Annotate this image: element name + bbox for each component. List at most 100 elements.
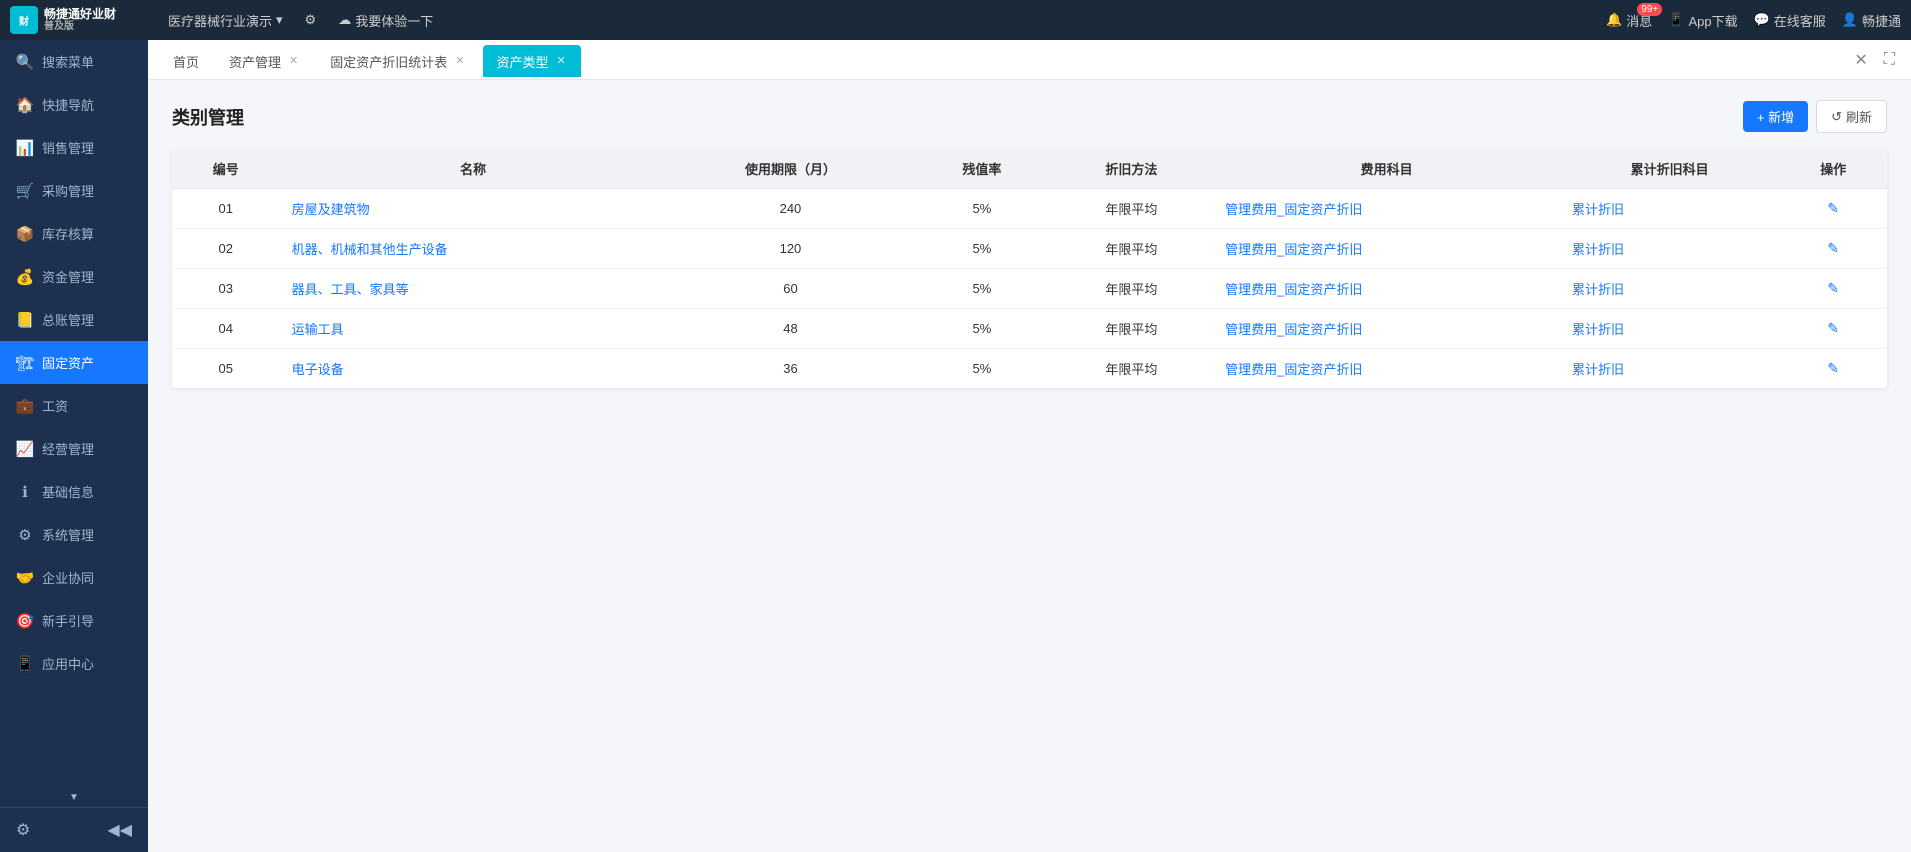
tab-close-asset-mgmt[interactable]: ✕ [287,55,300,68]
sidebar-label-inventory: 库存核算 [42,224,94,243]
company-selector[interactable]: 医疗器械行业演示 ▾ [160,8,291,33]
cell-residual: 5% [914,269,1050,309]
tab-home[interactable]: 首页 [160,45,212,77]
sidebar-bottom: ⚙ ◀◀ [0,807,148,852]
refresh-button[interactable]: ↺ 刷新 [1816,100,1887,133]
cell-period: 48 [667,309,914,349]
payroll-icon: 💼 [16,397,34,415]
cell-accumulated[interactable]: 累计折旧 [1560,309,1779,349]
edit-icon-row-3[interactable]: ✎ [1827,320,1839,336]
cell-name[interactable]: 电子设备 [280,349,667,389]
cell-action: ✎ [1779,269,1887,309]
sidebar-item-system[interactable]: ⚙ 系统管理 [0,513,148,556]
tab-asset-type[interactable]: 资产类型 ✕ [483,45,580,77]
cell-action: ✎ [1779,309,1887,349]
cell-name[interactable]: 器具、工具、家具等 [280,269,667,309]
sidebar-item-basic-info[interactable]: ℹ 基础信息 [0,470,148,513]
table-row: 05 电子设备 36 5% 年限平均 管理费用_固定资产折旧 累计折旧 ✎ [172,349,1887,389]
sidebar-item-sales[interactable]: 📊 销售管理 [0,126,148,169]
tab-depreciation-table[interactable]: 固定资产折旧统计表 ✕ [317,45,479,77]
tab-bar: 首页资产管理✕ 固定资产折旧统计表 ✕ 资产类型 ✕ ✕ ⛶ [148,40,1911,80]
sidebar-item-enterprise[interactable]: 🤝 企业协同 [0,556,148,599]
sidebar-label-sales: 销售管理 [42,138,94,157]
sidebar-item-purchase[interactable]: 🛒 采购管理 [0,169,148,212]
cloud-icon: ☁ [338,12,351,28]
cell-method: 年限平均 [1050,269,1214,309]
cell-expense[interactable]: 管理费用_固定资产折旧 [1213,269,1560,309]
settings-icon[interactable]: ⚙ [299,9,323,31]
edit-icon-row-0[interactable]: ✎ [1827,200,1839,216]
cell-accumulated[interactable]: 累计折旧 [1560,189,1779,229]
sidebar: 🔍 搜索菜单 🏠 快捷导航 📊 销售管理 🛒 采购管理 📦 库存核算 💰 资金管… [0,40,148,852]
cell-accumulated[interactable]: 累计折旧 [1560,229,1779,269]
sidebar-label-ledger: 总账管理 [42,310,94,329]
sidebar-item-ledger[interactable]: 📒 总账管理 [0,298,148,341]
scroll-down-icon: ▼ [69,792,79,803]
refresh-icon: ↺ [1831,109,1842,125]
cell-residual: 5% [914,349,1050,389]
phone-icon: 📱 [1668,12,1684,28]
cell-method: 年限平均 [1050,309,1214,349]
cell-expense[interactable]: 管理费用_固定资产折旧 [1213,349,1560,389]
sidebar-item-funds[interactable]: 💰 资金管理 [0,255,148,298]
sales-icon: 📊 [16,139,34,157]
online-service-btn[interactable]: 💬 在线客服 [1754,11,1826,30]
sidebar-collapse-icon[interactable]: ◀◀ [103,816,136,844]
sidebar-label-operations: 经营管理 [42,439,94,458]
sidebar-label-payroll: 工资 [42,396,68,415]
close-tab-icon[interactable]: ✕ [1850,48,1871,72]
cell-period: 36 [667,349,914,389]
sidebar-item-guide[interactable]: 🎯 新手引导 [0,599,148,642]
tab-asset-mgmt[interactable]: 资产管理✕ [216,45,313,77]
cell-expense[interactable]: 管理费用_固定资产折旧 [1213,309,1560,349]
sidebar-item-search[interactable]: 🔍 搜索菜单 [0,40,148,83]
sidebar-settings-icon[interactable]: ⚙ [12,816,34,844]
cell-action: ✎ [1779,229,1887,269]
cell-expense[interactable]: 管理费用_固定资产折旧 [1213,189,1560,229]
cell-accumulated[interactable]: 累计折旧 [1560,269,1779,309]
tab-close-depreciation-table[interactable]: ✕ [453,55,466,68]
cell-name[interactable]: 房屋及建筑物 [280,189,667,229]
quick-nav-icon: 🏠 [16,96,34,114]
maximize-icon[interactable]: ⛶ [1880,49,1899,71]
cell-residual: 5% [914,229,1050,269]
cell-code: 03 [172,269,280,309]
col-header: 名称 [280,149,667,189]
edit-icon-row-1[interactable]: ✎ [1827,240,1839,256]
cell-code: 05 [172,349,280,389]
cell-period: 240 [667,189,914,229]
sidebar-item-fixed-assets[interactable]: 🏗 固定资产 [0,341,148,384]
col-header: 累计折旧科目 [1560,149,1779,189]
new-button[interactable]: + 新增 [1743,101,1808,132]
user-menu[interactable]: 👤 畅捷通 [1842,11,1901,30]
tab-label-depreciation-table: 固定资产折旧统计表 [330,52,447,71]
message-btn[interactable]: 🔔 消息 99+ [1606,11,1652,30]
guide-icon: 🎯 [16,612,34,630]
chevron-down-icon: ▾ [276,12,283,28]
sidebar-label-quick-nav: 快捷导航 [42,95,94,114]
tab-label-asset-type: 资产类型 [496,52,548,71]
sidebar-item-operations[interactable]: 📈 经营管理 [0,427,148,470]
cell-name[interactable]: 机器、机械和其他生产设备 [280,229,667,269]
edit-icon-row-2[interactable]: ✎ [1827,280,1839,296]
cell-expense[interactable]: 管理费用_固定资产折旧 [1213,229,1560,269]
cell-accumulated[interactable]: 累计折旧 [1560,349,1779,389]
sidebar-scroll-down[interactable]: ▼ [0,787,148,807]
col-header: 费用科目 [1213,149,1560,189]
cell-residual: 5% [914,309,1050,349]
tab-label-home: 首页 [173,52,199,71]
funds-icon: 💰 [16,268,34,286]
sidebar-item-inventory[interactable]: 📦 库存核算 [0,212,148,255]
sidebar-item-payroll[interactable]: 💼 工资 [0,384,148,427]
logo-icon: 财 [10,6,38,34]
tab-close-asset-type[interactable]: ✕ [555,55,568,68]
topbar: 财 畅捷通好业财 普及版 医疗器械行业演示 ▾ ⚙ ☁ 我要体验一下 🔔 消息 … [0,0,1911,40]
sidebar-item-quick-nav[interactable]: 🏠 快捷导航 [0,83,148,126]
sidebar-item-app-center[interactable]: 📱 应用中心 [0,642,148,685]
ledger-icon: 📒 [16,311,34,329]
cell-method: 年限平均 [1050,349,1214,389]
app-download-btn[interactable]: 📱 App下载 [1668,11,1737,30]
cell-name[interactable]: 运输工具 [280,309,667,349]
edit-icon-row-4[interactable]: ✎ [1827,360,1839,376]
experience-button[interactable]: ☁ 我要体验一下 [330,8,441,33]
